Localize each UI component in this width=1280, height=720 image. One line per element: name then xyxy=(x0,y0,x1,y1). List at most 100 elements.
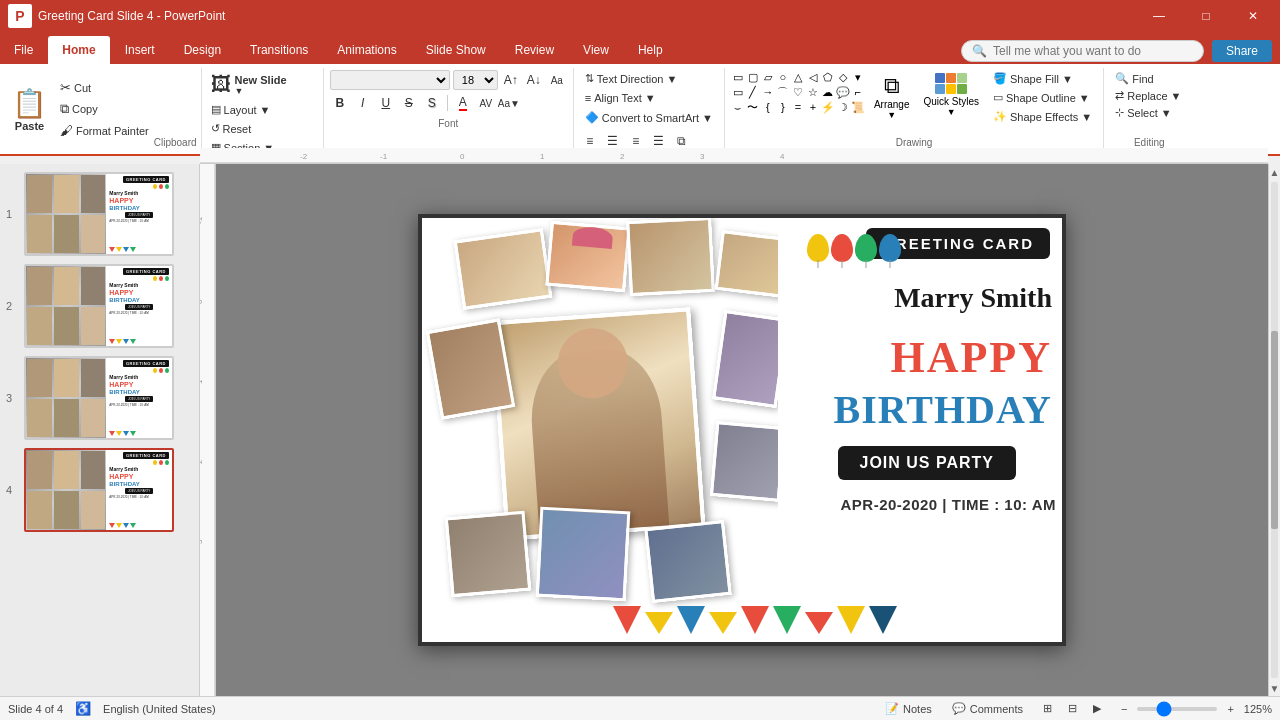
shape-rounded-rect[interactable]: ▢ xyxy=(746,70,760,84)
balloon-blue xyxy=(879,234,901,262)
tab-review[interactable]: Review xyxy=(501,36,568,64)
shape-brace2[interactable]: } xyxy=(776,100,790,114)
quick-styles-button[interactable]: Quick Styles ▼ xyxy=(918,70,984,120)
zoom-in-button[interactable]: + xyxy=(1221,701,1239,717)
shape-arc[interactable]: ⌣ xyxy=(731,100,745,114)
comments-button[interactable]: 💬 Comments xyxy=(946,700,1029,717)
new-slide-button[interactable]: 🖼 New Slide ▼ xyxy=(206,70,319,99)
italic-button[interactable]: I xyxy=(353,93,373,113)
share-button[interactable]: Share xyxy=(1212,40,1272,62)
change-case-button[interactable]: Aa▼ xyxy=(499,93,519,113)
tab-help[interactable]: Help xyxy=(624,36,677,64)
outline-view-button[interactable]: ⊟ xyxy=(1062,700,1083,717)
shape-pentagon[interactable]: ⬠ xyxy=(821,70,835,84)
shape-rect[interactable]: ▭ xyxy=(731,70,745,84)
tab-insert[interactable]: Insert xyxy=(111,36,169,64)
clear-format-button[interactable]: Aa xyxy=(547,70,567,90)
shape-cloud[interactable]: ☁ xyxy=(821,85,835,99)
font-color-button[interactable]: A xyxy=(453,93,473,113)
shape-outline-button[interactable]: ▭ Shape Outline ▼ xyxy=(988,89,1097,106)
shape-more[interactable]: ▾ xyxy=(851,70,865,84)
search-box[interactable]: 🔍 xyxy=(961,40,1204,62)
select-button[interactable]: ⊹ Select ▼ xyxy=(1110,104,1188,121)
char-spacing-button[interactable]: AV xyxy=(476,93,496,113)
notes-button[interactable]: 📝 Notes xyxy=(879,700,938,717)
shape-diamond[interactable]: ◇ xyxy=(836,70,850,84)
shape-fill-button[interactable]: 🪣 Shape Fill ▼ xyxy=(988,70,1097,87)
slide-canvas[interactable]: GREETING CARD Marry Smith HAPPY BIRTHDAY… xyxy=(418,214,1066,646)
scroll-up-button[interactable]: ▲ xyxy=(1269,164,1280,180)
shape-eq[interactable]: = xyxy=(791,100,805,114)
underline-button[interactable]: U xyxy=(376,93,396,113)
shape-curve[interactable]: ⌒ xyxy=(776,85,790,99)
shape-snip-rect[interactable]: ▱ xyxy=(761,70,775,84)
layout-button[interactable]: ▤ Layout ▼ xyxy=(206,101,319,118)
increase-font-button[interactable]: A↑ xyxy=(501,70,521,90)
strikethrough-button[interactable]: S xyxy=(399,93,419,113)
font-size-select[interactable]: 18 xyxy=(453,70,498,90)
shape-rect2[interactable]: ▭ xyxy=(731,85,745,99)
shape-heart[interactable]: ♡ xyxy=(791,85,805,99)
shape-line[interactable]: ╱ xyxy=(746,85,760,99)
reset-button[interactable]: ↺ Reset xyxy=(206,120,319,137)
text-direction-button[interactable]: ⇅ Text Direction ▼ xyxy=(580,70,718,87)
scroll-track[interactable] xyxy=(1271,182,1278,678)
status-bar: Slide 4 of 4 ♿ English (United States) 📝… xyxy=(0,696,1280,720)
scroll-thumb[interactable] xyxy=(1271,331,1278,529)
tab-slideshow[interactable]: Slide Show xyxy=(412,36,500,64)
paste-button[interactable]: 📋 Paste xyxy=(4,70,55,148)
shape-right-triangle[interactable]: ◁ xyxy=(806,70,820,84)
flag-3 xyxy=(677,606,705,634)
find-button[interactable]: 🔍 Find xyxy=(1110,70,1188,87)
normal-view-button[interactable]: ⊞ xyxy=(1037,700,1058,717)
shape-moon[interactable]: ☽ xyxy=(836,100,850,114)
shape-triangle[interactable]: △ xyxy=(791,70,805,84)
maximize-button[interactable]: □ xyxy=(1183,0,1229,32)
shape-callout[interactable]: 💬 xyxy=(836,85,850,99)
slide-thumb-4[interactable]: 4 GREETING CARDMarry SmithHAPPYBIRTHDAYJ… xyxy=(24,448,175,532)
minimize-button[interactable]: — xyxy=(1136,0,1182,32)
shape-wave[interactable]: 〜 xyxy=(746,100,760,114)
arrange-button[interactable]: ⧉ Arrange ▼ xyxy=(869,70,915,123)
shape-star[interactable]: ☆ xyxy=(806,85,820,99)
tab-design[interactable]: Design xyxy=(170,36,235,64)
slide-panel[interactable]: 1 GREETING CARDMarry SmithHAPPYBIRTHDAYJ… xyxy=(0,164,200,696)
shape-cross[interactable]: + xyxy=(806,100,820,114)
tab-view[interactable]: View xyxy=(569,36,623,64)
shadow-button[interactable]: S xyxy=(422,93,442,113)
tab-home[interactable]: Home xyxy=(48,36,109,64)
font-family-select[interactable] xyxy=(330,70,450,90)
tab-animations[interactable]: Animations xyxy=(323,36,410,64)
bold-button[interactable]: B xyxy=(330,93,350,113)
shape-bolt[interactable]: ⚡ xyxy=(821,100,835,114)
zoom-slider[interactable] xyxy=(1137,707,1217,711)
slide-thumb-1[interactable]: 1 GREETING CARDMarry SmithHAPPYBIRTHDAYJ… xyxy=(24,172,175,256)
tab-transitions[interactable]: Transitions xyxy=(236,36,322,64)
decrease-font-button[interactable]: A↓ xyxy=(524,70,544,90)
zoom-out-button[interactable]: − xyxy=(1115,701,1133,717)
scroll-down-button[interactable]: ▼ xyxy=(1269,680,1280,696)
search-input[interactable] xyxy=(993,44,1193,58)
shape-effects-button[interactable]: ✨ Shape Effects ▼ xyxy=(988,108,1097,125)
format-painter-button[interactable]: 🖌 Format Painter xyxy=(55,121,154,140)
align-text-button[interactable]: ≡ Align Text ▼ xyxy=(580,90,718,106)
tab-file[interactable]: File xyxy=(0,36,47,64)
copy-button[interactable]: ⧉ Copy xyxy=(55,99,154,119)
svg-text:2: 2 xyxy=(620,152,625,161)
vertical-scrollbar[interactable]: ▲ ▼ xyxy=(1268,164,1280,696)
close-button[interactable]: ✕ xyxy=(1230,0,1276,32)
replace-button[interactable]: ⇄ Replace ▼ xyxy=(1110,87,1188,104)
shape-oval[interactable]: ○ xyxy=(776,70,790,84)
svg-text:3: 3 xyxy=(200,539,204,544)
shape-bracket[interactable]: ⌐ xyxy=(851,85,865,99)
cut-button[interactable]: ✂ Cut xyxy=(55,78,154,97)
convert-smartart-button[interactable]: 🔷 Convert to SmartArt ▼ xyxy=(580,109,718,126)
slide-thumb-3[interactable]: 3 GREETING CARDMarry SmithHAPPYBIRTHDAYJ… xyxy=(24,356,175,440)
shape-arrow[interactable]: → xyxy=(761,85,775,99)
shape-brace[interactable]: { xyxy=(761,100,775,114)
shape-scroll[interactable]: 📜 xyxy=(851,100,865,114)
slideshow-view-button[interactable]: ▶ xyxy=(1087,700,1107,717)
svg-text:1: 1 xyxy=(540,152,545,161)
slide-thumb-2[interactable]: 2 GREETING CARDMarry SmithHAPPYBIRTHDAYJ… xyxy=(24,264,175,348)
replace-icon: ⇄ xyxy=(1115,89,1124,102)
